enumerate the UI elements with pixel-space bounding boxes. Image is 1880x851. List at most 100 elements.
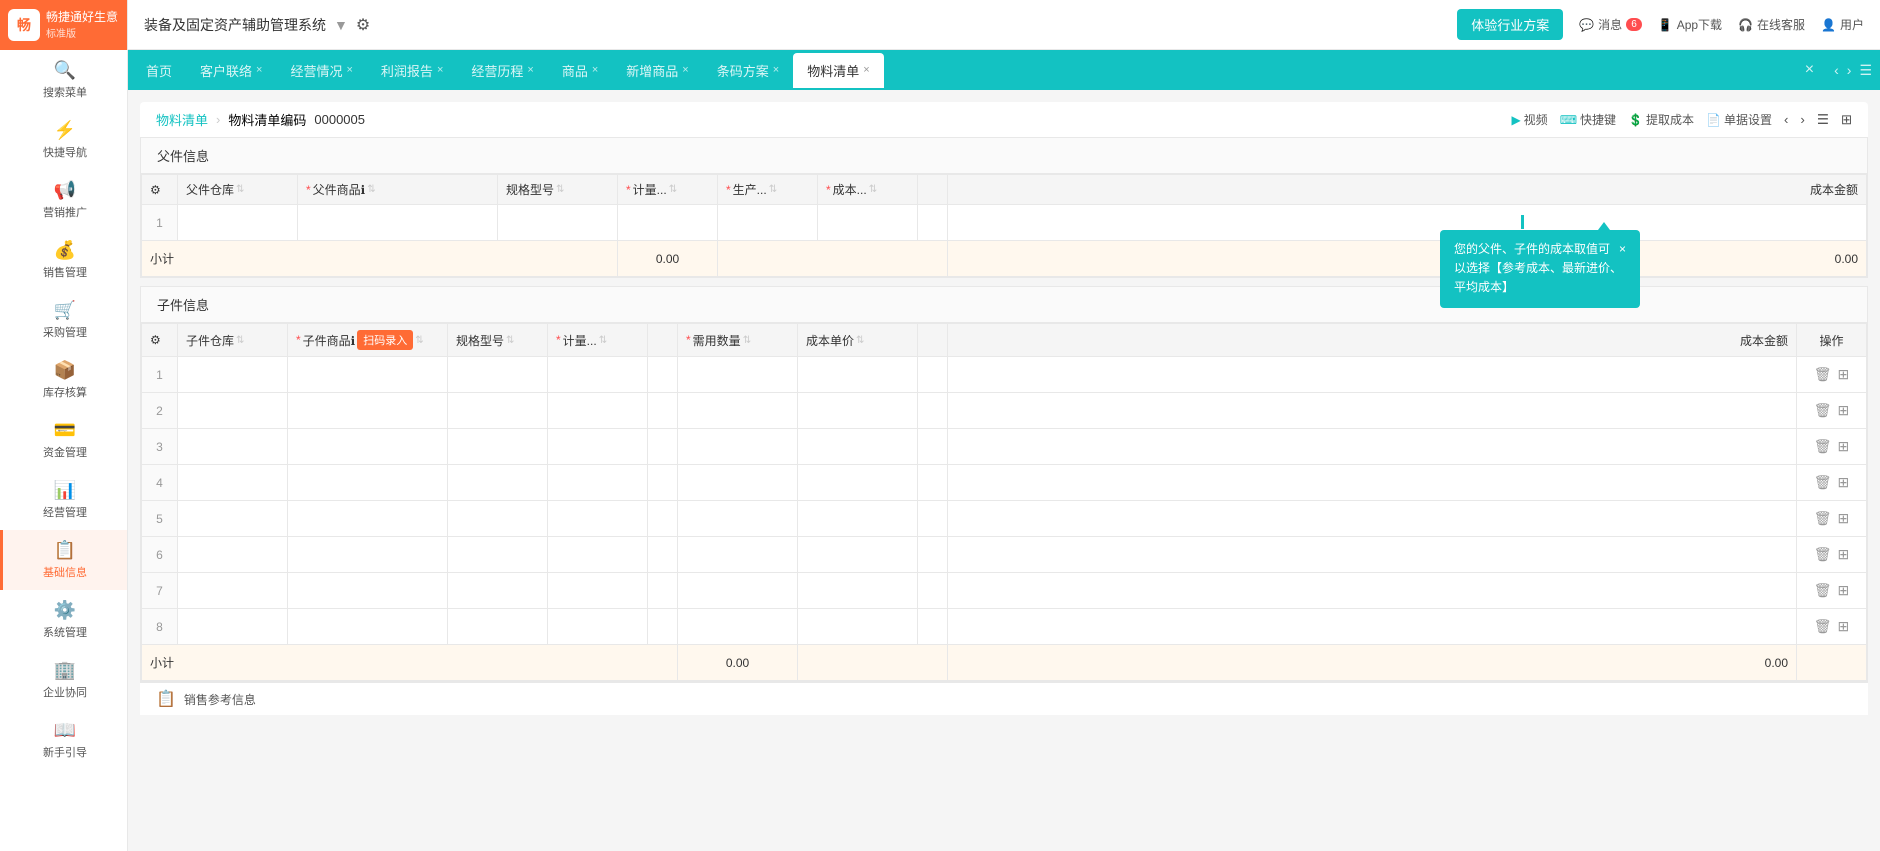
child-cell-spec[interactable] <box>448 357 548 393</box>
tab-close-icon[interactable]: × <box>592 64 598 76</box>
child-cell-warehouse[interactable] <box>178 357 288 393</box>
child-cell-unit[interactable] <box>548 429 648 465</box>
tab-barcode[interactable]: 条码方案 × <box>703 53 793 88</box>
delete-icon[interactable]: 🗑 <box>1814 402 1832 419</box>
list-view-button[interactable]: ☰ <box>1817 112 1829 128</box>
child-cell-qty[interactable] <box>678 501 798 537</box>
child-cell-unit[interactable] <box>548 357 648 393</box>
sidebar-item-finance[interactable]: 💳 资金管理 <box>0 410 127 470</box>
sidebar-item-marketing[interactable]: 📢 营销推广 <box>0 170 127 230</box>
tab-profit[interactable]: 利润报告 × <box>367 53 457 88</box>
sidebar-item-enterprise[interactable]: 🏢 企业协同 <box>0 650 127 710</box>
child-cell-warehouse[interactable] <box>178 393 288 429</box>
breadcrumb-parent[interactable]: 物料清单 <box>156 110 208 129</box>
tab-goods[interactable]: 商品 × <box>548 53 612 88</box>
child-cell-qty[interactable] <box>678 357 798 393</box>
delete-icon[interactable]: 🗑 <box>1814 582 1832 599</box>
tab-ops-history[interactable]: 经营历程 × <box>457 53 547 88</box>
sidebar-item-system[interactable]: ⚙️ 系统管理 <box>0 590 127 650</box>
tab-ops-status[interactable]: 经营情况 × <box>276 53 366 88</box>
child-cell-qty[interactable] <box>678 465 798 501</box>
child-cell-goods[interactable] <box>288 429 448 465</box>
sidebar-item-inventory[interactable]: 📦 库存核算 <box>0 350 127 410</box>
tab-close-icon[interactable]: × <box>437 64 443 76</box>
scan-button[interactable]: 扫码录入 <box>357 330 413 350</box>
parent-cell-warehouse[interactable] <box>178 205 298 241</box>
copy-icon[interactable]: ⊞ <box>1838 510 1850 527</box>
copy-icon[interactable]: ⊞ <box>1838 618 1850 635</box>
child-cell-qty[interactable] <box>678 609 798 645</box>
child-cell-spec[interactable] <box>448 393 548 429</box>
child-cell-unit-cost[interactable] <box>798 357 918 393</box>
sidebar-item-sales[interactable]: 💰 销售管理 <box>0 230 127 290</box>
delete-icon[interactable]: 🗑 <box>1814 618 1832 635</box>
sidebar-item-basic[interactable]: 📋 基础信息 <box>0 530 127 590</box>
tab-new-goods[interactable]: 新增商品 × <box>612 53 702 88</box>
copy-icon[interactable]: ⊞ <box>1838 438 1850 455</box>
delete-icon[interactable]: 🗑 <box>1814 546 1832 563</box>
child-cell-spec[interactable] <box>448 429 548 465</box>
tab-close-icon[interactable]: × <box>527 64 533 76</box>
child-cell-qty[interactable] <box>678 393 798 429</box>
copy-icon[interactable]: ⊞ <box>1838 366 1850 383</box>
parent-cell-unit[interactable] <box>618 205 718 241</box>
child-cell-unit[interactable] <box>548 393 648 429</box>
tab-area-close[interactable]: × <box>1797 57 1822 83</box>
child-cell-unit[interactable] <box>548 537 648 573</box>
child-cell-warehouse[interactable] <box>178 429 288 465</box>
tab-bom[interactable]: 物料清单 × <box>793 53 883 88</box>
tab-menu-button[interactable]: ☰ <box>1855 60 1876 81</box>
child-col-settings[interactable]: ⚙ <box>142 324 178 357</box>
child-cell-spec[interactable] <box>448 537 548 573</box>
tab-home[interactable]: 首页 <box>132 53 186 88</box>
trial-button[interactable]: 体验行业方案 <box>1457 9 1563 40</box>
child-cell-unit-cost[interactable] <box>798 465 918 501</box>
expand-button[interactable]: ⊞ <box>1841 112 1852 128</box>
parent-cell-goods[interactable] <box>298 205 498 241</box>
delete-icon[interactable]: 🗑 <box>1814 366 1832 383</box>
online-service-action[interactable]: 🎧 在线客服 <box>1738 16 1805 33</box>
child-cell-goods[interactable] <box>288 357 448 393</box>
parent-cell-production[interactable] <box>718 205 818 241</box>
child-cell-unit-cost[interactable] <box>798 501 918 537</box>
sidebar-item-quicknav[interactable]: ⚡ 快捷导航 <box>0 110 127 170</box>
message-action[interactable]: 💬 消息 6 <box>1579 16 1642 33</box>
child-cell-unit[interactable] <box>548 501 648 537</box>
child-cell-goods[interactable] <box>288 393 448 429</box>
child-cell-warehouse[interactable] <box>178 465 288 501</box>
tab-close-icon[interactable]: × <box>773 64 779 76</box>
nav-left-button[interactable]: ‹ <box>1784 112 1788 127</box>
tab-next-button[interactable]: › <box>1843 60 1856 80</box>
extract-cost-action[interactable]: 💲 提取成本 <box>1628 111 1694 128</box>
sidebar-item-search[interactable]: 🔍 搜索菜单 <box>0 50 127 110</box>
tab-customer[interactable]: 客户联络 × <box>186 53 276 88</box>
tab-close-icon[interactable]: × <box>863 64 869 76</box>
child-cell-qty[interactable] <box>678 537 798 573</box>
sidebar-item-operations[interactable]: 📊 经营管理 <box>0 470 127 530</box>
child-cell-unit[interactable] <box>548 465 648 501</box>
child-cell-unit[interactable] <box>548 573 648 609</box>
child-cell-goods[interactable] <box>288 609 448 645</box>
delete-icon[interactable]: 🗑 <box>1814 438 1832 455</box>
user-menu[interactable]: 👤 用户 <box>1821 16 1864 33</box>
copy-icon[interactable]: ⊞ <box>1838 582 1850 599</box>
child-cell-goods[interactable] <box>288 501 448 537</box>
child-cell-unit-cost[interactable] <box>798 573 918 609</box>
child-cell-unit-cost[interactable] <box>798 609 918 645</box>
child-cell-warehouse[interactable] <box>178 537 288 573</box>
child-cell-goods[interactable] <box>288 573 448 609</box>
app-download-action[interactable]: 📱 App下载 <box>1658 16 1722 33</box>
copy-icon[interactable]: ⊞ <box>1838 402 1850 419</box>
tab-close-icon[interactable]: × <box>256 64 262 76</box>
copy-icon[interactable]: ⊞ <box>1838 546 1850 563</box>
child-cell-spec[interactable] <box>448 573 548 609</box>
child-cell-unit-cost[interactable] <box>798 537 918 573</box>
parent-col-settings[interactable]: ⚙ <box>142 175 178 205</box>
settings-button[interactable]: ⚙ <box>356 15 370 35</box>
sidebar-item-guide[interactable]: 📖 新手引导 <box>0 710 127 770</box>
parent-cell-spec[interactable] <box>498 205 618 241</box>
nav-right-button[interactable]: › <box>1800 112 1804 127</box>
child-cell-spec[interactable] <box>448 609 548 645</box>
tooltip-close-button[interactable]: × <box>1619 240 1626 259</box>
child-cell-goods[interactable] <box>288 465 448 501</box>
